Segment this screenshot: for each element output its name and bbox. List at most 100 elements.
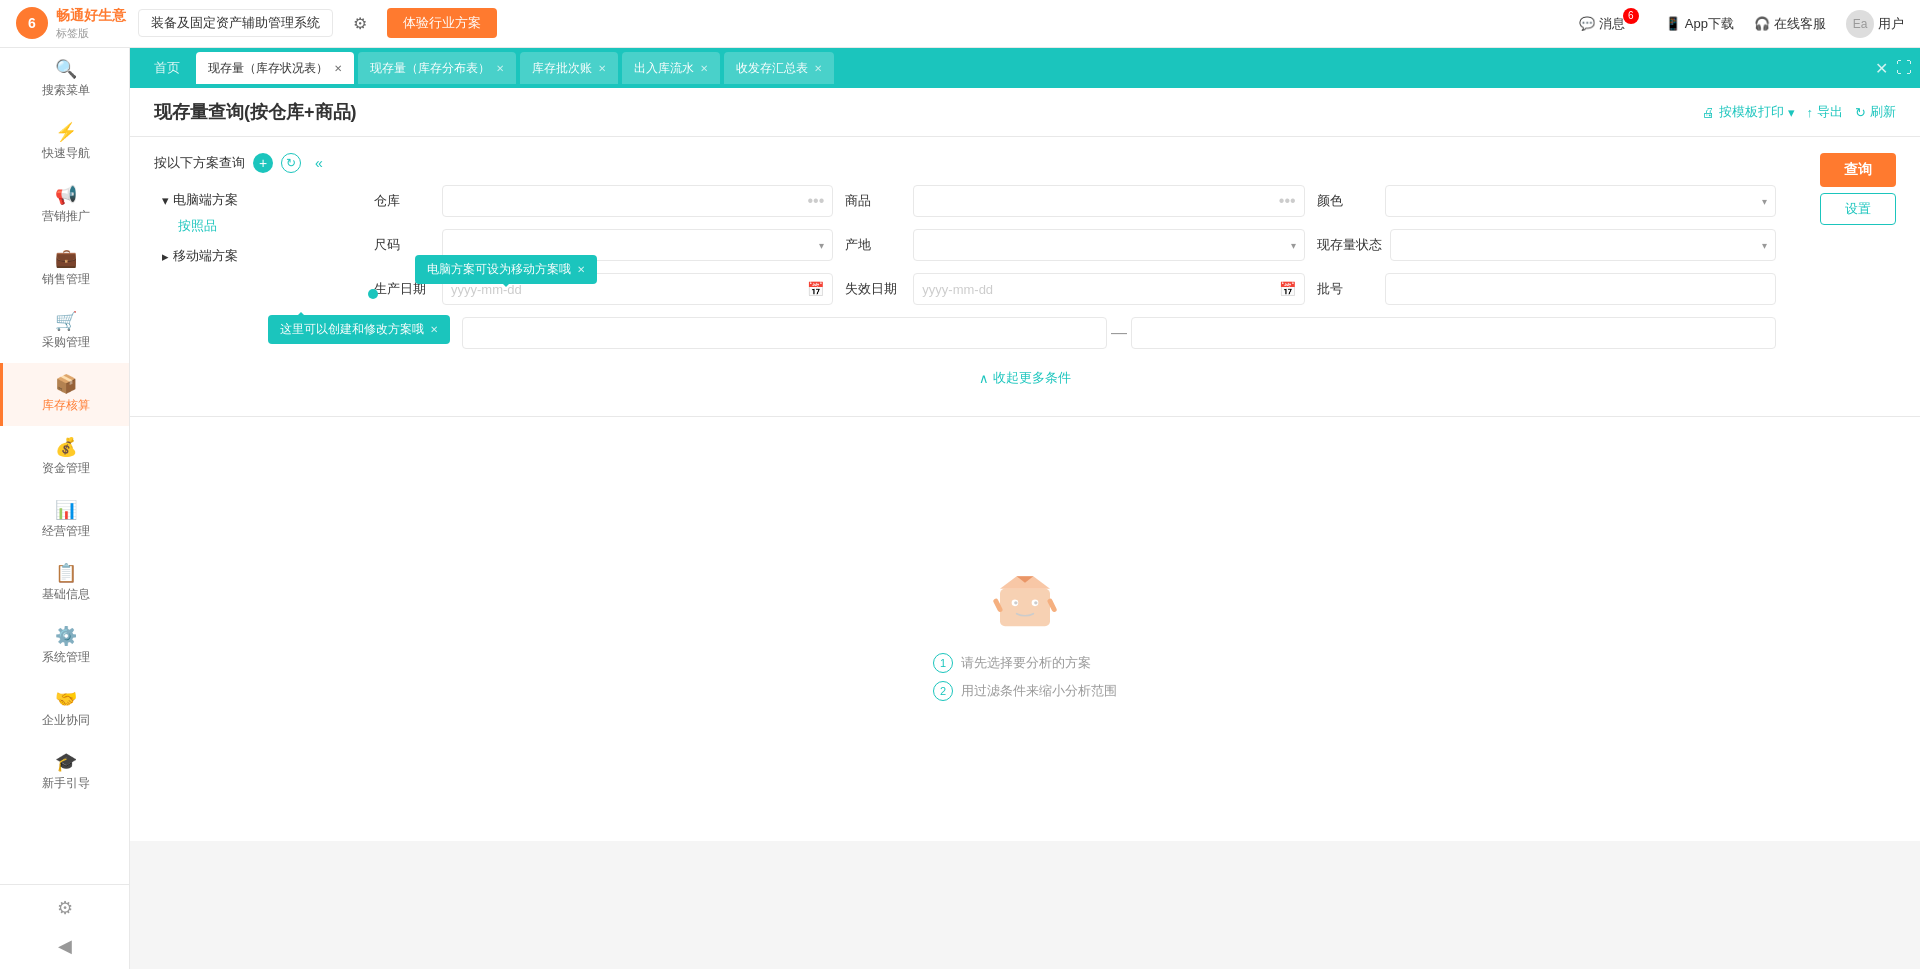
content-area: 首页 现存量（库存状况表） ✕ 现存量（库存分布表） ✕ 库存批次账 ✕ 出入库… (130, 48, 1920, 969)
warehouse-select[interactable]: ••• (442, 185, 833, 217)
filter-row-4: 现存量（主） — (374, 317, 1776, 349)
message-item[interactable]: 💬 消息 6 (1579, 15, 1645, 33)
tab-inventory-dist-close[interactable]: ✕ (496, 63, 504, 74)
reset-button[interactable]: 设置 (1820, 193, 1896, 225)
sidebar-item-marketing[interactable]: 📢 营销推广 (0, 174, 129, 237)
scheme-group-mobile-header[interactable]: ▸ 移动端方案 (154, 243, 334, 269)
tab-batch-account[interactable]: 库存批次账 ✕ (520, 52, 618, 84)
filter-item-product: 商品 ••• (845, 185, 1304, 217)
tab-batch-account-close[interactable]: ✕ (598, 63, 606, 74)
origin-select[interactable]: ▾ (913, 229, 1304, 261)
logo-area: 6 畅通好生意 标签版 (16, 6, 126, 41)
top-header: 6 畅通好生意 标签版 装备及固定资产辅助管理系统 ⚙ 体验行业方案 💬 消息 … (0, 0, 1920, 48)
query-button[interactable]: 查询 (1820, 153, 1896, 187)
tab-inventory-status-label: 现存量（库存状况表） (208, 60, 328, 77)
scheme-item-product[interactable]: 按照品 (154, 213, 334, 239)
product-select[interactable]: ••• (913, 185, 1304, 217)
purchase-icon: 🛒 (55, 312, 77, 330)
page-content: 现存量查询(按仓库+商品) 🖨 按模板打印 ▾ ↑ 导出 ↻ 刷新 (130, 88, 1920, 969)
refresh-label: 刷新 (1870, 103, 1896, 121)
collapse-label: 收起更多条件 (993, 369, 1071, 387)
product-label: 商品 (845, 192, 905, 210)
empty-state-container: 1 请先选择要分析的方案 2 用过滤条件来缩小分析范围 (130, 417, 1920, 841)
collapse-more[interactable]: ∧ 收起更多条件 (154, 361, 1896, 395)
scheme-group-desktop: ▾ 电脑端方案 按照品 (154, 187, 334, 239)
tooltip-1-close[interactable]: ✕ (577, 264, 585, 275)
color-select[interactable]: ▾ (1385, 185, 1776, 217)
tab-inout-flow-close[interactable]: ✕ (700, 63, 708, 74)
filter-header: 按以下方案查询 + ↻ « (154, 153, 1896, 173)
tooltip-2-close[interactable]: ✕ (430, 324, 438, 335)
step-2-num: 2 (933, 681, 953, 701)
empty-step-1: 1 请先选择要分析的方案 (933, 653, 1117, 673)
sidebar-item-quick-nav[interactable]: ⚡ 快速导航 (0, 111, 129, 174)
stock-main-to[interactable] (1131, 317, 1776, 349)
tab-close-all-btn[interactable]: ✕ (1875, 59, 1888, 78)
tab-home[interactable]: 首页 (138, 48, 196, 88)
sidebar-item-basic-info[interactable]: 📋 基础信息 (0, 552, 129, 615)
sidebar-item-guide[interactable]: 🎓 新手引导 (0, 741, 129, 804)
inventory-icon: 📦 (55, 375, 77, 393)
marketing-icon: 📢 (55, 186, 77, 204)
scheme-group-desktop-header[interactable]: ▾ 电脑端方案 (154, 187, 334, 213)
collapse-icon: ∧ (979, 371, 989, 386)
empty-state: 1 请先选择要分析的方案 2 用过滤条件来缩小分析范围 (130, 477, 1920, 781)
refresh-button[interactable]: ↻ 刷新 (1855, 103, 1896, 121)
user-item[interactable]: Ea 用户 (1846, 10, 1904, 38)
expire-date-placeholder: yyyy-mm-dd (922, 282, 993, 297)
guide-icon: 🎓 (55, 753, 77, 771)
settings-icon[interactable]: ⚙ (345, 8, 375, 38)
sidebar-item-search-menu[interactable]: 🔍 搜索菜单 (0, 48, 129, 111)
filter-item-expire-date: 失效日期 yyyy-mm-dd 📅 (845, 273, 1304, 305)
online-support-item[interactable]: 🎧 在线客服 (1754, 15, 1826, 33)
stock-main-range: — (462, 317, 1776, 349)
tab-receive-send[interactable]: 收发存汇总表 ✕ (724, 52, 834, 84)
sidebar-item-sales[interactable]: 💼 销售管理 (0, 237, 129, 300)
sidebar-item-system[interactable]: ⚙️ 系统管理 (0, 615, 129, 678)
tab-inventory-dist[interactable]: 现存量（库存分布表） ✕ (358, 52, 516, 84)
export-button[interactable]: ↑ 导出 (1807, 103, 1844, 121)
svg-point-3 (1014, 601, 1017, 604)
app-download-item[interactable]: 📱 App下载 (1665, 15, 1734, 33)
sidebar-item-inventory[interactable]: 📦 库存核算 (0, 363, 129, 426)
expire-date-label: 失效日期 (845, 280, 905, 298)
sidebar-item-finance[interactable]: 💰 资金管理 (0, 426, 129, 489)
tab-receive-send-close[interactable]: ✕ (814, 63, 822, 74)
footer-collapse-icon[interactable]: ◀ (58, 935, 72, 957)
template-print-button[interactable]: 🖨 按模板打印 ▾ (1702, 103, 1795, 121)
logo-sub-text: 标签版 (56, 26, 126, 41)
chevron-down-icon: ▾ (162, 193, 169, 208)
step-1-text: 请先选择要分析的方案 (961, 654, 1091, 672)
sidebar-item-operation[interactable]: 📊 经营管理 (0, 489, 129, 552)
sidebar-item-enterprise[interactable]: 🤝 企业协同 (0, 678, 129, 741)
export-icon: ↑ (1807, 105, 1814, 120)
tab-inout-flow[interactable]: 出入库流水 ✕ (622, 52, 720, 84)
dropdown-arrow-icon: ▾ (1788, 105, 1795, 120)
tab-bar: 首页 现存量（库存状况表） ✕ 现存量（库存分布表） ✕ 库存批次账 ✕ 出入库… (130, 48, 1920, 88)
tooltip-1-text: 电脑方案可设为移动方案哦 (427, 261, 571, 278)
sidebar-label-search-menu: 搜索菜单 (42, 82, 90, 99)
expire-date-input[interactable]: yyyy-mm-dd 📅 (913, 273, 1304, 305)
sidebar-label-enterprise: 企业协同 (42, 712, 90, 729)
footer-settings-icon[interactable]: ⚙ (57, 897, 73, 919)
tab-inventory-status-close[interactable]: ✕ (334, 63, 342, 74)
sidebar-label-operation: 经营管理 (42, 523, 90, 540)
filter-add-button[interactable]: + (253, 153, 273, 173)
empty-illustration (975, 557, 1075, 637)
system-name: 装备及固定资产辅助管理系统 (138, 9, 333, 37)
sidebar: 🔍 搜索菜单 ⚡ 快速导航 📢 营销推广 💼 销售管理 🛒 采购管理 📦 库存核… (0, 48, 130, 969)
stock-status-select[interactable]: ▾ (1390, 229, 1776, 261)
tab-inventory-dist-label: 现存量（库存分布表） (370, 60, 490, 77)
stock-main-from[interactable] (462, 317, 1107, 349)
size-label: 尺码 (374, 236, 434, 254)
sidebar-item-purchase[interactable]: 🛒 采购管理 (0, 300, 129, 363)
filter-back-button[interactable]: « (309, 153, 329, 173)
industry-button[interactable]: 体验行业方案 (387, 8, 497, 38)
tab-fullscreen-btn[interactable]: ⛶ (1896, 59, 1912, 77)
filter-refresh-button[interactable]: ↻ (281, 153, 301, 173)
batch-no-input[interactable] (1385, 273, 1776, 305)
filter-item-batch-no: 批号 (1317, 273, 1776, 305)
produce-date-calendar-icon: 📅 (807, 281, 824, 297)
tab-inout-flow-label: 出入库流水 (634, 60, 694, 77)
tab-inventory-status[interactable]: 现存量（库存状况表） ✕ (196, 52, 354, 84)
